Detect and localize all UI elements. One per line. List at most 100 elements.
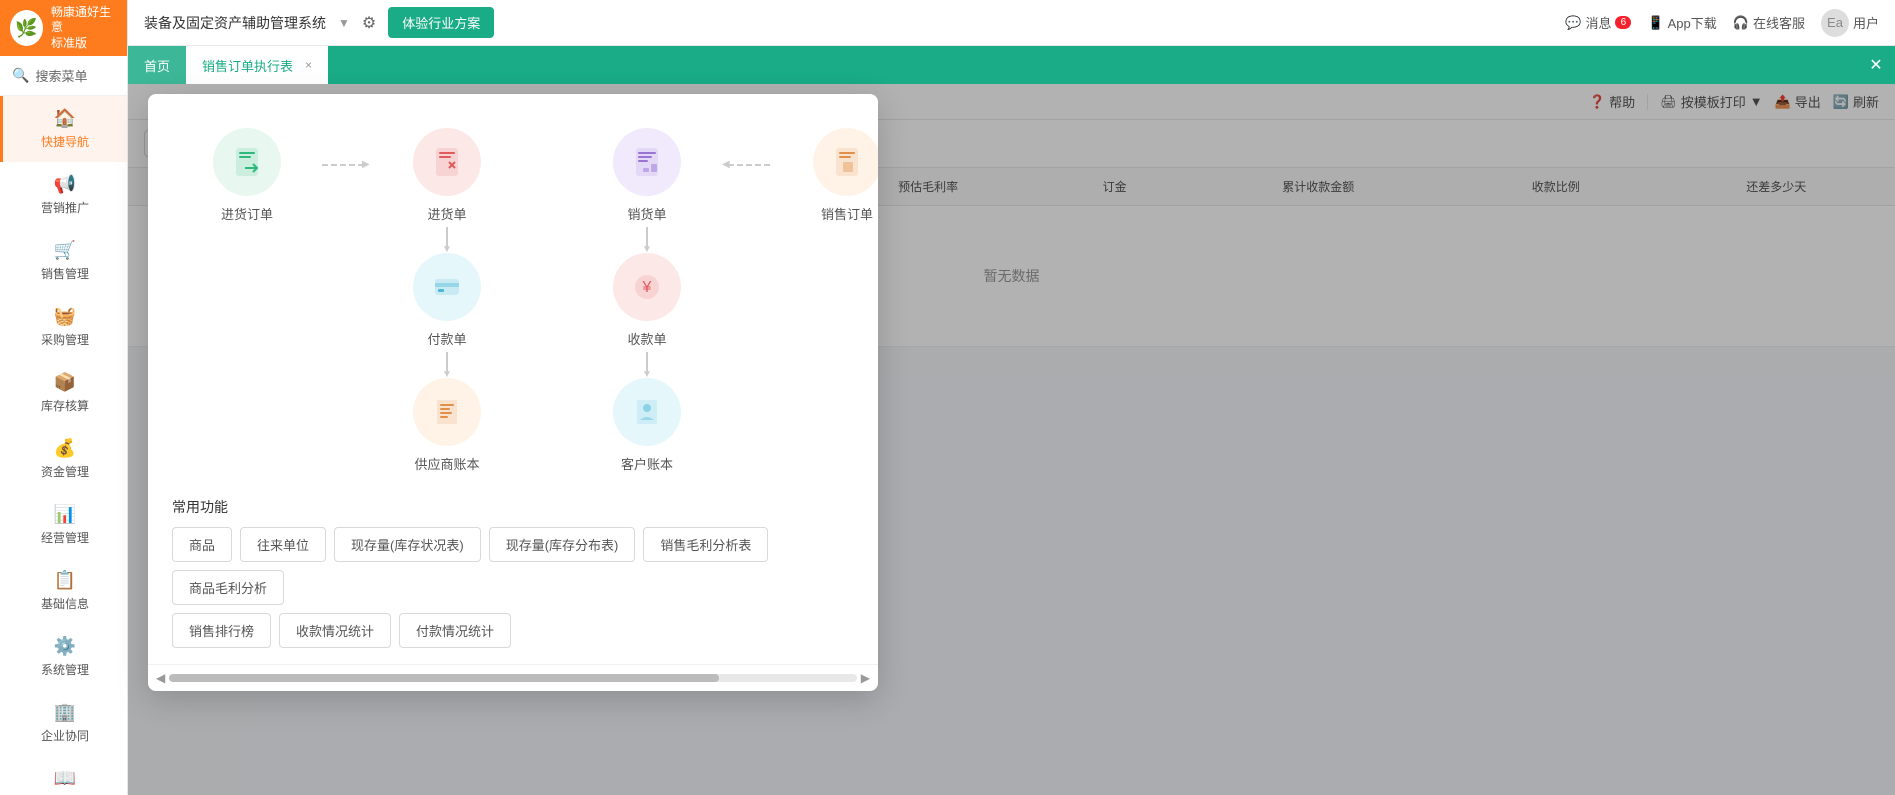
quick-btn-stock-dist[interactable]: 现存量(库存分布表) (489, 527, 636, 562)
message-badge: 6 (1615, 16, 1631, 29)
purchase-bill-label: 进货单 (427, 204, 466, 223)
sys-mgmt-icon: ⚙️ (54, 636, 76, 657)
purchase-icon: 🧺 (54, 306, 76, 327)
logo-text: 畅康通好生意 标准版 (51, 5, 117, 52)
logo-icon: 🌿 (10, 10, 43, 46)
sidebar-item-quick-nav[interactable]: 🏠 快捷导航 (0, 96, 127, 162)
experience-btn[interactable]: 体验行业方案 (388, 7, 494, 38)
sales-bill-label: 销货单 (627, 204, 666, 223)
online-service-btn[interactable]: 🎧 在线客服 (1733, 13, 1805, 32)
sidebar-search[interactable]: 🔍 搜索菜单 (0, 56, 127, 96)
quick-functions-buttons-row2: 销售排行榜 收款情况统计 付款情况统计 (172, 613, 854, 648)
quick-nav-icon: 🏠 (54, 108, 76, 129)
flow-item-supplier[interactable]: 供应商账本 (413, 378, 481, 473)
sidebar-nav: 🏠 快捷导航 📢 营销推广 🛒 销售管理 🧺 采购管理 📦 库存核算 💰 资金管… (0, 96, 127, 795)
supplier-label: 供应商账本 (414, 454, 479, 473)
flow-item-receipt[interactable]: ¥ 收款单 (613, 253, 681, 348)
arrow-left-1: ◀ (722, 159, 772, 192)
app-download-btn[interactable]: 📱 App下载 (1647, 13, 1716, 32)
sidebar-item-sys-mgmt[interactable]: ⚙️ 系统管理 (0, 624, 127, 690)
flow-item-payment[interactable]: 付款单 (413, 253, 481, 348)
flow-item-purchase-bill[interactable]: 进货单 (413, 128, 481, 223)
sidebar-item-sales[interactable]: 🛒 销售管理 (0, 228, 127, 294)
finance-icon: 💰 (54, 438, 76, 459)
sidebar-item-new-guide[interactable]: 📖 新手引导 (0, 756, 127, 795)
operations-icon: 📊 (54, 504, 76, 525)
search-icon: 🔍 (12, 67, 29, 84)
arrow-down-payment: ▼ (446, 348, 448, 378)
header-right: 💬 消息 6 📱 App下载 🎧 在线客服 Ea 用户 (1565, 9, 1879, 37)
close-tabs-btn[interactable]: ✕ (1857, 46, 1895, 84)
tab-close-btn[interactable]: × (305, 58, 312, 72)
flow-item-purchase-order[interactable]: 进货订单 (213, 128, 281, 223)
purchase-order-label: 进货订单 (221, 204, 273, 223)
sidebar-item-base-info[interactable]: 📋 基础信息 (0, 558, 127, 624)
quick-btn-goods[interactable]: 商品 (172, 527, 232, 562)
purchase-bill-icon (413, 128, 481, 196)
receipt-label: 收款单 (627, 329, 666, 348)
flow-item-sales-bill[interactable]: 销货单 (613, 128, 681, 223)
modal-body: 进货订单 ▶ 进货单 (148, 94, 878, 664)
quick-btn-receipt-stat[interactable]: 收款情况统计 (279, 613, 391, 648)
scroll-left-btn[interactable]: ◀ (156, 671, 165, 685)
search-label: 搜索菜单 (35, 66, 87, 85)
user-menu[interactable]: Ea 用户 (1821, 9, 1879, 37)
message-btn[interactable]: 💬 消息 6 (1565, 13, 1631, 32)
flow-diagram: 进货订单 ▶ 进货单 (172, 118, 854, 489)
new-guide-icon: 📖 (54, 768, 76, 789)
arrow-right-1: ▶ (322, 159, 372, 192)
tab-sales-order[interactable]: 销售订单执行表 × (186, 46, 328, 84)
receipt-icon: ¥ (613, 253, 681, 321)
payment-label: 付款单 (427, 329, 466, 348)
modal-scrollbar: ◀ ▶ (148, 664, 878, 691)
flow-item-customer[interactable]: 客户账本 (613, 378, 681, 473)
dropdown-icon[interactable]: ▼ (338, 16, 350, 30)
customer-icon (613, 378, 681, 446)
modal-overlay[interactable]: 进货订单 ▶ 进货单 (128, 84, 1895, 795)
inventory-icon: 📦 (54, 372, 76, 393)
scrollbar-thumb (169, 674, 719, 682)
quick-btn-counterparty[interactable]: 往来单位 (240, 527, 326, 562)
sidebar-logo: 🌿 畅康通好生意 标准版 (0, 0, 127, 56)
quick-functions-title: 常用功能 (172, 497, 854, 517)
supplier-icon (413, 378, 481, 446)
sales-order-icon (813, 128, 878, 196)
customer-label: 客户账本 (621, 454, 673, 473)
quick-btn-goods-gross[interactable]: 商品毛利分析 (172, 570, 284, 605)
marketing-icon: 📢 (54, 174, 76, 195)
arrow-down-receipt: ▼ (646, 348, 648, 378)
settings-icon[interactable]: ⚙ (362, 13, 376, 33)
purchase-order-icon (213, 128, 281, 196)
header: 装备及固定资产辅助管理系统 ▼ ⚙ 体验行业方案 💬 消息 6 📱 App下载 … (128, 0, 1895, 46)
flow-item-sales-order[interactable]: 销售订单 (813, 128, 878, 223)
sidebar: 🌿 畅康通好生意 标准版 🔍 搜索菜单 🏠 快捷导航 📢 营销推广 🛒 销售管理… (0, 0, 128, 795)
svg-text:¥: ¥ (642, 279, 652, 296)
app-icon: 📱 (1647, 15, 1663, 31)
avatar: Ea (1821, 9, 1849, 37)
scrollbar-track[interactable] (169, 674, 857, 682)
service-icon: 🎧 (1733, 15, 1749, 31)
system-title: 装备及固定资产辅助管理系统 (144, 13, 326, 33)
sidebar-item-inventory[interactable]: 📦 库存核算 (0, 360, 127, 426)
sidebar-item-enterprise[interactable]: 🏢 企业协同 (0, 690, 127, 756)
sidebar-item-operations[interactable]: 📊 经营管理 (0, 492, 127, 558)
quick-btn-sales-gross[interactable]: 销售毛利分析表 (643, 527, 768, 562)
arrow-down-sales: ▼ (646, 223, 648, 253)
payment-icon (413, 253, 481, 321)
quick-functions-buttons: 商品 往来单位 现存量(库存状况表) 现存量(库存分布表) 销售毛利分析表 商品… (172, 527, 854, 605)
quick-btn-stock-status[interactable]: 现存量(库存状况表) (334, 527, 481, 562)
quick-functions: 常用功能 商品 往来单位 现存量(库存状况表) 现存量(库存分布表) 销售毛利分… (172, 497, 854, 648)
tab-home[interactable]: 首页 (128, 46, 186, 84)
sales-icon: 🛒 (54, 240, 76, 261)
scroll-right-btn[interactable]: ▶ (861, 671, 870, 685)
enterprise-icon: 🏢 (54, 702, 76, 723)
base-info-icon: 📋 (54, 570, 76, 591)
flow-modal: 进货订单 ▶ 进货单 (148, 94, 878, 691)
quick-btn-sales-rank[interactable]: 销售排行榜 (172, 613, 271, 648)
quick-btn-payment-stat[interactable]: 付款情况统计 (399, 613, 511, 648)
sidebar-item-marketing[interactable]: 📢 营销推广 (0, 162, 127, 228)
sales-bill-icon (613, 128, 681, 196)
message-icon: 💬 (1565, 15, 1581, 31)
sidebar-item-finance[interactable]: 💰 资金管理 (0, 426, 127, 492)
sidebar-item-purchase[interactable]: 🧺 采购管理 (0, 294, 127, 360)
